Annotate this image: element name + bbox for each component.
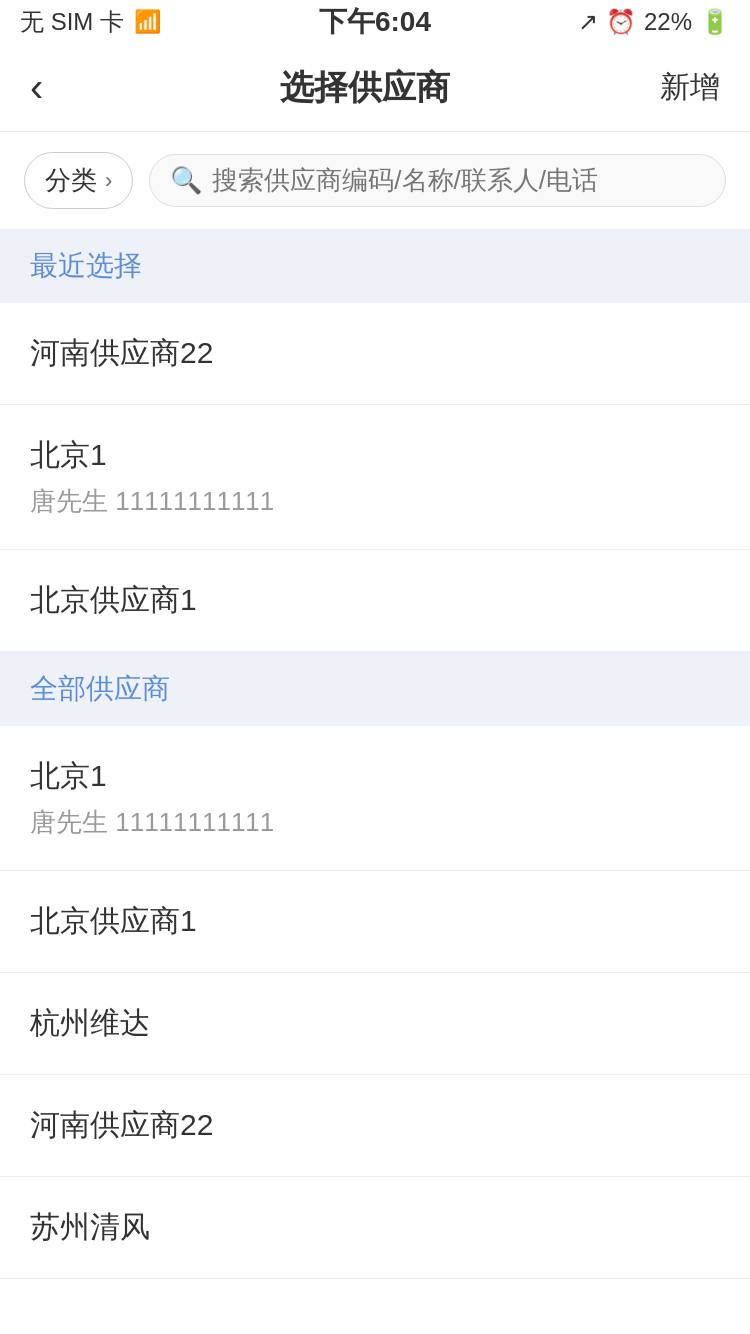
recent-items-list: 河南供应商22 北京1 唐先生 11111111111 北京供应商1 — [0, 303, 750, 652]
item-name: 苏州清风 — [30, 1207, 720, 1248]
item-sub: 唐先生 11111111111 — [30, 484, 720, 519]
category-label: 分类 — [45, 163, 97, 198]
location-icon: ↗ — [578, 8, 598, 36]
item-name: 杭州维达 — [30, 1003, 720, 1044]
search-box[interactable]: 🔍 — [149, 154, 726, 207]
wifi-icon: 📶 — [134, 9, 161, 35]
add-button[interactable]: 新增 — [640, 67, 720, 108]
page-title: 选择供应商 — [280, 65, 450, 111]
filter-row: 分类 › 🔍 — [0, 132, 750, 229]
recent-section-label: 最近选择 — [30, 250, 142, 281]
item-name: 河南供应商22 — [30, 333, 720, 374]
item-sub: 唐先生 11111111111 — [30, 805, 720, 840]
list-item[interactable]: 河南供应商22 — [0, 1075, 750, 1177]
item-name: 北京1 — [30, 756, 720, 797]
all-section-header: 全部供应商 — [0, 652, 750, 726]
recent-section-header: 最近选择 — [0, 229, 750, 303]
battery-icon: 🔋 — [700, 8, 730, 36]
list-item[interactable]: 北京供应商1 — [0, 871, 750, 973]
list-item[interactable]: 杭州维达 — [0, 973, 750, 1075]
status-right: ↗ ⏰ 22% 🔋 — [578, 8, 730, 36]
list-item[interactable]: 北京供应商1 — [0, 550, 750, 652]
battery-label: 22% — [644, 8, 692, 36]
nav-bar: ‹ 选择供应商 新增 — [0, 44, 750, 132]
alarm-icon: ⏰ — [606, 8, 636, 36]
category-filter-button[interactable]: 分类 › — [24, 152, 133, 209]
list-item[interactable]: 苏州清风 — [0, 1177, 750, 1279]
item-name: 北京供应商1 — [30, 901, 720, 942]
item-name: 北京供应商1 — [30, 580, 720, 621]
status-time: 下午6:04 — [319, 3, 431, 41]
all-items-list: 北京1 唐先生 11111111111 北京供应商1 杭州维达河南供应商22 苏州清风 — [0, 726, 750, 1279]
chevron-right-icon: › — [105, 168, 112, 194]
search-icon: 🔍 — [170, 165, 202, 196]
all-section-label: 全部供应商 — [30, 673, 170, 704]
search-input[interactable] — [212, 165, 705, 196]
status-left: 无 SIM 卡 📶 — [20, 6, 161, 38]
carrier-label: 无 SIM 卡 — [20, 6, 124, 38]
item-name: 河南供应商22 — [30, 1105, 720, 1146]
item-name: 北京1 — [30, 435, 720, 476]
back-button[interactable]: ‹ — [30, 65, 90, 110]
status-bar: 无 SIM 卡 📶 下午6:04 ↗ ⏰ 22% 🔋 — [0, 0, 750, 44]
list-item[interactable]: 北京1 唐先生 11111111111 — [0, 405, 750, 550]
list-item[interactable]: 河南供应商22 — [0, 303, 750, 405]
list-item[interactable]: 北京1 唐先生 11111111111 — [0, 726, 750, 871]
